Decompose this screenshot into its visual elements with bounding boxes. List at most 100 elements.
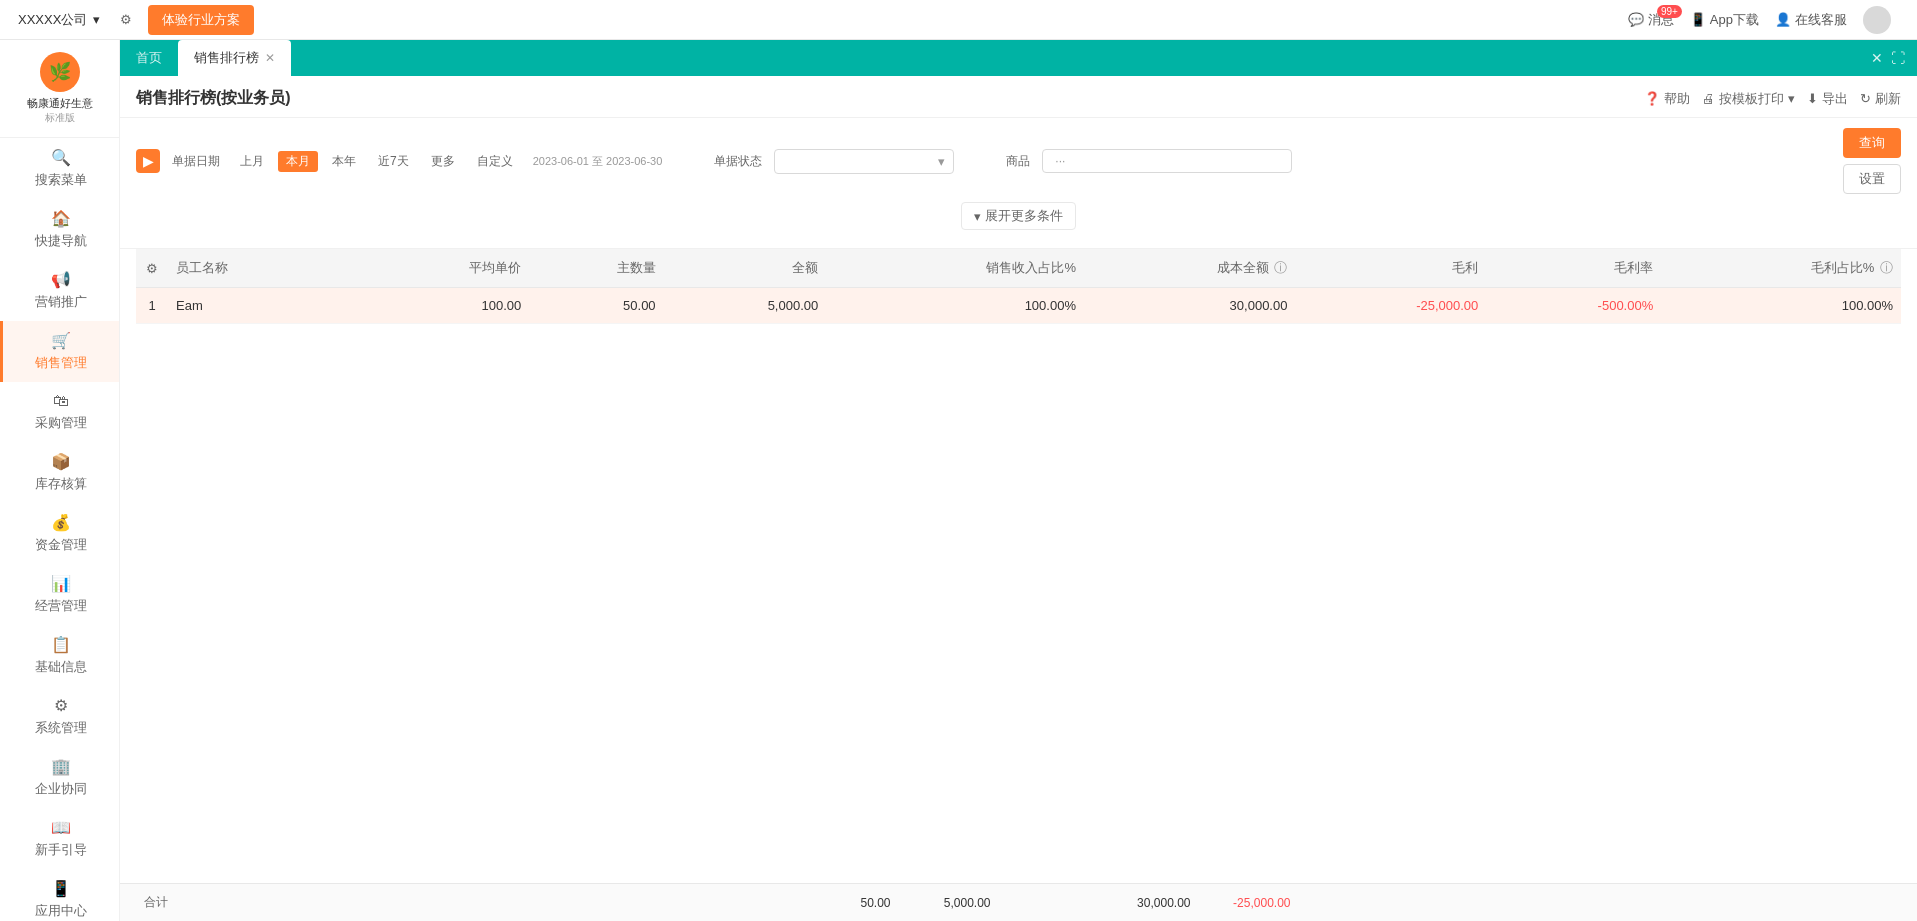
sales-rank-table: ⚙ 员工名称 平均单价 主数量 全额 销售收入占比% 成本全额 ⓘ 毛利 毛利率… xyxy=(136,249,1901,324)
cell-sales-pct: 100.00% xyxy=(826,288,1084,324)
th-avg-price: 平均单价 xyxy=(363,249,529,288)
tab-sales-rank[interactable]: 销售排行榜 ✕ xyxy=(178,40,291,76)
cell-cost: 30,000.00 xyxy=(1084,288,1295,324)
sidebar-item-guide[interactable]: 📖 新手引导 xyxy=(0,808,119,869)
sidebar-label-finance: 资金管理 xyxy=(35,536,87,554)
download-icon: 📱 xyxy=(1690,12,1706,27)
top-right-area: 💬 消息 99+ 📱 App下载 👤 在线客服 xyxy=(1628,6,1907,34)
filter-toggle-btn[interactable]: ▶ xyxy=(136,149,160,173)
settings-icon[interactable]: ⚙ xyxy=(112,6,140,34)
top-bar: XXXXX公司 ▾ ⚙ 体验行业方案 💬 消息 99+ 📱 App下载 👤 在线… xyxy=(0,0,1917,40)
app-download-btn[interactable]: 📱 App下载 xyxy=(1690,11,1759,29)
basic-icon: 📋 xyxy=(51,635,71,654)
sidebar-item-marketing[interactable]: 📢 营销推广 xyxy=(0,260,119,321)
help-label: 帮助 xyxy=(1664,90,1690,108)
settings-btn[interactable]: 设置 xyxy=(1843,164,1901,194)
marketing-icon: 📢 xyxy=(51,270,71,289)
cell-name: Eam xyxy=(168,288,363,324)
refresh-btn[interactable]: ↻ 刷新 xyxy=(1860,90,1901,108)
status-select[interactable]: ▾ xyxy=(774,149,954,174)
date-label: 单据日期 xyxy=(172,153,220,170)
date-tab-custom[interactable]: 自定义 xyxy=(469,151,521,172)
sidebar-item-system[interactable]: ⚙ 系统管理 xyxy=(0,686,119,747)
table-footer: 合计 50.00 5,000.00 30,000.00 -25,000.00 xyxy=(120,883,1917,921)
operations-icon: 📊 xyxy=(51,574,71,593)
messages-btn[interactable]: 💬 消息 99+ xyxy=(1628,11,1674,29)
page-content: 销售排行榜(按业务员) ❓ 帮助 🖨 按模板打印 ▾ ⬇ 导出 xyxy=(120,76,1917,921)
table-container: ⚙ 员工名称 平均单价 主数量 全额 销售收入占比% 成本全额 ⓘ 毛利 毛利率… xyxy=(120,249,1917,883)
sidebar-label-operations: 经营管理 xyxy=(35,597,87,615)
sidebar-label-purchase: 采购管理 xyxy=(35,414,87,432)
avatar[interactable] xyxy=(1863,6,1891,34)
goods-select[interactable]: ··· xyxy=(1042,149,1292,173)
date-tab-7days[interactable]: 近7天 xyxy=(370,151,417,172)
expand-filter-btn[interactable]: ▾ 展开更多条件 xyxy=(961,202,1076,230)
page-header: 销售排行榜(按业务员) ❓ 帮助 🖨 按模板打印 ▾ ⬇ 导出 xyxy=(120,76,1917,118)
gross-pct-info-icon[interactable]: ⓘ xyxy=(1880,260,1893,275)
tab-bar-right: ✕ ⛶ xyxy=(1871,50,1917,66)
th-cost: 成本全额 ⓘ xyxy=(1084,249,1295,288)
th-settings[interactable]: ⚙ xyxy=(136,249,168,288)
online-service-label: 在线客服 xyxy=(1795,11,1847,29)
query-btn[interactable]: 查询 xyxy=(1843,128,1901,158)
date-tab-this-year[interactable]: 本年 xyxy=(324,151,364,172)
sidebar-label-guide: 新手引导 xyxy=(35,841,87,859)
tab-home[interactable]: 首页 xyxy=(120,40,178,76)
date-tab-this-month[interactable]: 本月 xyxy=(278,151,318,172)
finance-icon: 💰 xyxy=(51,513,71,532)
logo-title: 畅康通好生意 xyxy=(27,96,93,111)
system-icon: ⚙ xyxy=(54,696,68,715)
th-name: 员工名称 xyxy=(168,249,363,288)
th-gross-pct: 毛利占比% ⓘ xyxy=(1661,249,1901,288)
company-name: XXXXX公司 xyxy=(18,11,87,29)
sidebar-item-inventory[interactable]: 📦 库存核算 xyxy=(0,442,119,503)
cell-gross-rate: -500.00% xyxy=(1486,288,1661,324)
cell-quantity: 50.00 xyxy=(529,288,663,324)
sidebar-item-enterprise[interactable]: 🏢 企业协同 xyxy=(0,747,119,808)
purchase-icon: 🛍 xyxy=(53,392,69,410)
sidebar-item-search[interactable]: 🔍 搜索菜单 xyxy=(0,138,119,199)
tab-close-icon[interactable]: ✕ xyxy=(265,51,275,65)
tab-close-all-icon[interactable]: ✕ xyxy=(1871,50,1883,66)
company-selector[interactable]: XXXXX公司 ▾ xyxy=(10,7,108,33)
content-area: 首页 销售排行榜 ✕ ✕ ⛶ 销售排行榜(按业务员) ❓ 帮助 xyxy=(120,40,1917,921)
online-service-btn[interactable]: 👤 在线客服 xyxy=(1775,11,1847,29)
logo-icon: 🌿 xyxy=(40,52,80,92)
date-tab-more[interactable]: 更多 xyxy=(423,151,463,172)
cost-info-icon[interactable]: ⓘ xyxy=(1274,260,1287,275)
sidebar-item-basic[interactable]: 📋 基础信息 xyxy=(0,625,119,686)
sidebar-label-sales: 销售管理 xyxy=(35,354,87,372)
sidebar-label-apps: 应用中心 xyxy=(35,902,87,920)
export-btn[interactable]: ⬇ 导出 xyxy=(1807,90,1848,108)
export-label: 导出 xyxy=(1822,90,1848,108)
logo-subtitle: 标准版 xyxy=(45,111,75,125)
sidebar-item-apps[interactable]: 📱 应用中心 xyxy=(0,869,119,921)
goods-label: 商品 xyxy=(1006,153,1030,170)
cell-gross: -25,000.00 xyxy=(1295,288,1486,324)
th-gross: 毛利 xyxy=(1295,249,1486,288)
sidebar-item-operations[interactable]: 📊 经营管理 xyxy=(0,564,119,625)
apps-icon: 📱 xyxy=(51,879,71,898)
tab-restore-icon[interactable]: ⛶ xyxy=(1891,50,1905,66)
filter-row-1: ▶ 单据日期 上月 本月 本年 近7天 更多 自定义 2023-06-01 至 … xyxy=(136,128,1901,194)
page-actions: ❓ 帮助 🖨 按模板打印 ▾ ⬇ 导出 ↻ 刷新 xyxy=(1644,90,1901,108)
sidebar-label-system: 系统管理 xyxy=(35,719,87,737)
page-title: 销售排行榜(按业务员) xyxy=(136,88,291,109)
service-icon: 👤 xyxy=(1775,12,1791,27)
home-icon: 🏠 xyxy=(51,209,71,228)
help-btn[interactable]: ❓ 帮助 xyxy=(1644,90,1690,108)
sidebar-item-sales[interactable]: 🛒 销售管理 xyxy=(0,321,119,382)
status-chevron-icon: ▾ xyxy=(938,154,945,169)
print-label: 按模板打印 xyxy=(1719,90,1784,108)
print-btn[interactable]: 🖨 按模板打印 ▾ xyxy=(1702,90,1795,108)
date-tab-last-month[interactable]: 上月 xyxy=(232,151,272,172)
sidebar-item-purchase[interactable]: 🛍 采购管理 xyxy=(0,382,119,442)
goods-more-icon: ··· xyxy=(1055,154,1065,168)
filter-right-btns: 查询 设置 xyxy=(1843,128,1901,194)
filter-row-2: ▾ 展开更多条件 xyxy=(136,202,1901,230)
date-tabs: 上月 本月 本年 近7天 更多 自定义 xyxy=(232,151,521,172)
sidebar-item-finance[interactable]: 💰 资金管理 xyxy=(0,503,119,564)
sidebar-item-quick-nav[interactable]: 🏠 快捷导航 xyxy=(0,199,119,260)
trial-button[interactable]: 体验行业方案 xyxy=(148,5,254,35)
print-chevron-icon: ▾ xyxy=(1788,91,1795,106)
